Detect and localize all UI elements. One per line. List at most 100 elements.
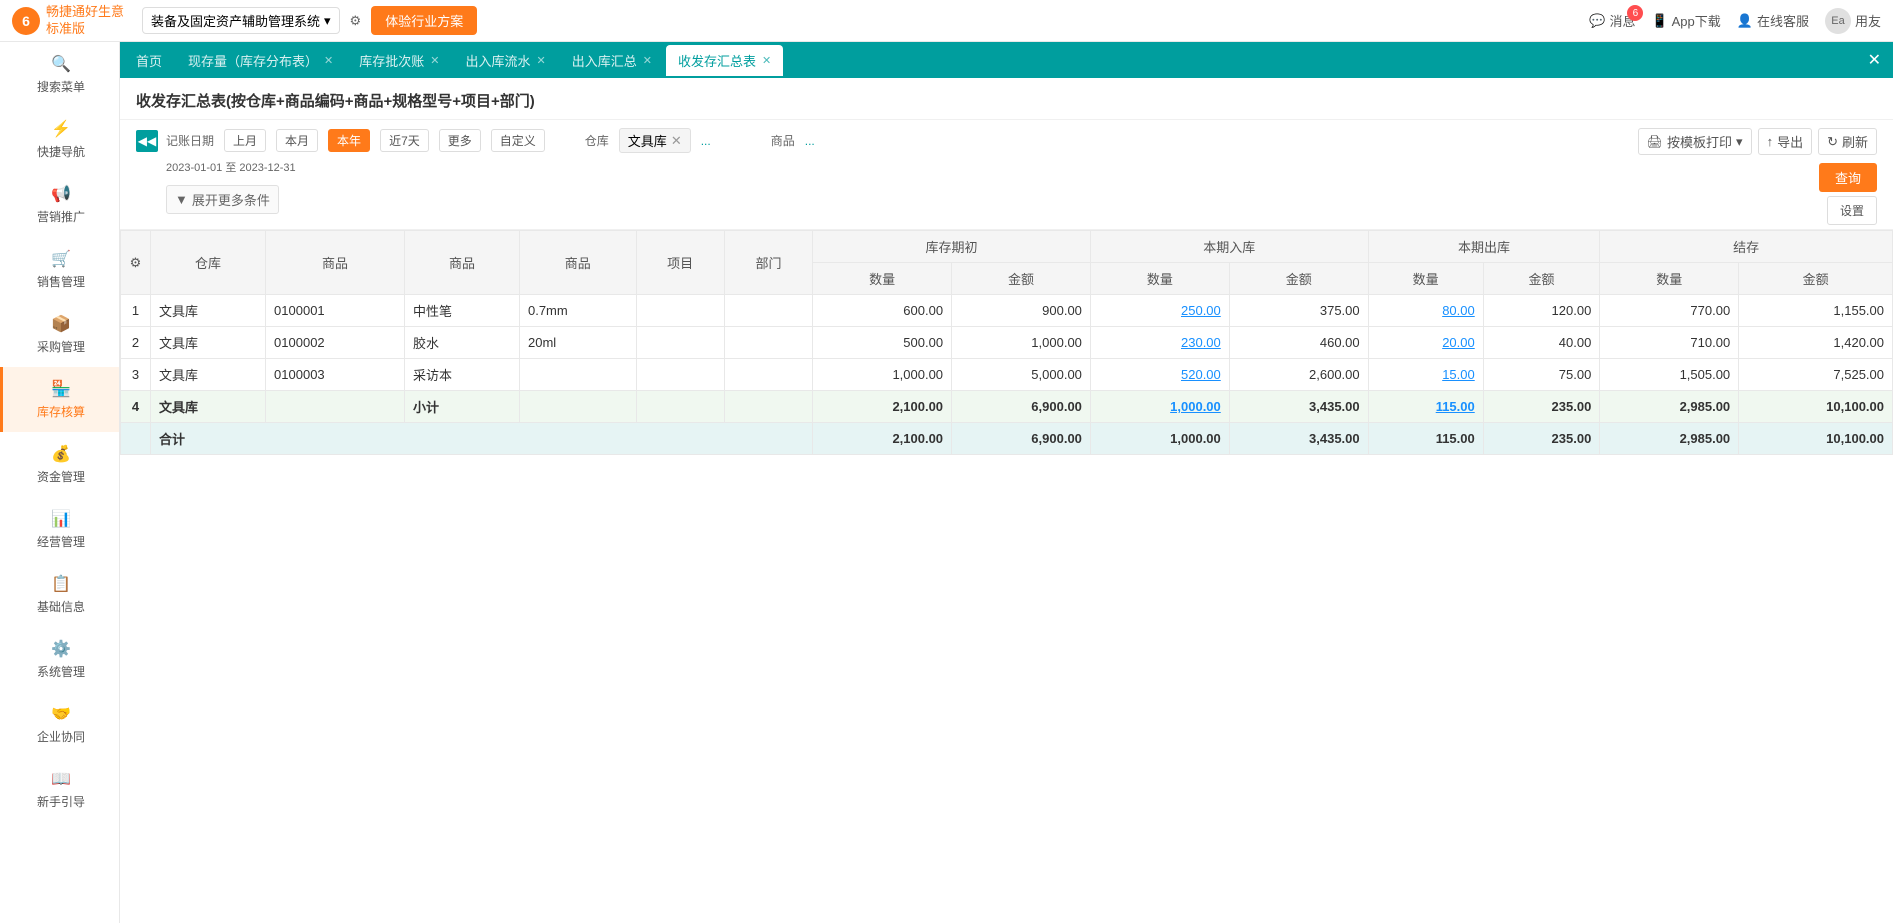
system-name-label: 装备及固定资产辅助管理系统 <box>151 11 320 30</box>
tab-stock-dist-label: 现存量（库存分布表） <box>188 51 318 70</box>
summary-table: ⚙ 仓库 商品 商品 商品 项目 部门 库存期初 本期入库 本期出库 结存 <box>120 230 1893 455</box>
cell-spec: 20ml <box>519 327 636 359</box>
sidebar-item-operations[interactable]: 📊 经营管理 <box>0 497 119 562</box>
col-balance: 结存 <box>1600 231 1893 263</box>
tab-recv-send[interactable]: 收发存汇总表 ✕ <box>666 45 783 76</box>
sales-icon: 🛒 <box>51 249 71 269</box>
sidebar-item-finance[interactable]: 💰 资金管理 <box>0 432 119 497</box>
cell-spec: 0.7mm <box>519 295 636 327</box>
filter-settings-btn[interactable]: 设置 <box>1827 196 1877 225</box>
tab-batch-close[interactable]: ✕ <box>430 54 439 67</box>
tab-inout-summary-close[interactable]: ✕ <box>643 54 652 67</box>
export-btn[interactable]: ↑ 导出 <box>1758 128 1813 155</box>
sidebar-item-collab[interactable]: 🤝 企业协同 <box>0 692 119 757</box>
refresh-btn[interactable]: ↻ 刷新 <box>1818 128 1877 155</box>
cell-out-amt: 40.00 <box>1483 327 1600 359</box>
tab-batch[interactable]: 库存批次账 ✕ <box>347 45 451 76</box>
table-container: ⚙ 仓库 商品 商品 商品 项目 部门 库存期初 本期入库 本期出库 结存 <box>120 230 1893 455</box>
tab-stock-dist[interactable]: 现存量（库存分布表） ✕ <box>176 45 345 76</box>
cell-out-amt: 120.00 <box>1483 295 1600 327</box>
date-btn-prev-month[interactable]: 上月 <box>224 129 266 152</box>
col-settings[interactable]: ⚙ <box>121 231 151 295</box>
cell-opening-amt: 5,000.00 <box>952 359 1091 391</box>
sidebar-item-basic[interactable]: 📋 基础信息 <box>0 562 119 627</box>
cell-out-qty[interactable]: 115.00 <box>1368 391 1483 423</box>
sidebar-item-inventory[interactable]: 🏪 库存核算 <box>0 367 119 432</box>
col-out: 本期出库 <box>1368 231 1600 263</box>
tab-inout-flow[interactable]: 出入库流水 ✕ <box>453 45 557 76</box>
sidebar-item-search[interactable]: 🔍 搜索菜单 <box>0 42 119 107</box>
quick-icon: ⚡ <box>51 119 71 139</box>
col-warehouse: 仓库 <box>151 231 266 295</box>
footer-balance-amt: 10,100.00 <box>1739 423 1893 455</box>
tab-stock-dist-close[interactable]: ✕ <box>324 54 333 67</box>
goods-more-btn[interactable]: ... <box>805 134 815 148</box>
cell-in-qty[interactable]: 250.00 <box>1090 295 1229 327</box>
export-icon: ↑ <box>1767 134 1774 149</box>
cell-out-qty[interactable]: 15.00 <box>1368 359 1483 391</box>
col-name: 商品 <box>404 231 519 295</box>
cell-seq: 4 <box>121 391 151 423</box>
cell-seq: 2 <box>121 327 151 359</box>
sidebar-item-sales[interactable]: 🛒 销售管理 <box>0 237 119 302</box>
message-btn[interactable]: 💬 消息 6 <box>1589 11 1635 30</box>
cell-in-qty[interactable]: 230.00 <box>1090 327 1229 359</box>
date-btn-this-month[interactable]: 本月 <box>276 129 318 152</box>
tab-inout-flow-label: 出入库流水 <box>465 51 530 70</box>
close-all-tabs[interactable]: ✕ <box>1860 50 1889 70</box>
print-dropdown-icon: ▾ <box>1736 134 1743 150</box>
app-download-btn[interactable]: 📱 App下载 <box>1651 11 1720 30</box>
date-btn-this-year[interactable]: 本年 <box>328 129 370 152</box>
cell-warehouse: 文具库 <box>151 359 266 391</box>
date-btn-7days[interactable]: 近7天 <box>380 129 429 152</box>
cell-in-qty[interactable]: 1,000.00 <box>1090 391 1229 423</box>
user-btn[interactable]: Ea 用友 <box>1825 8 1881 34</box>
sidebar-item-purchase[interactable]: 📦 采购管理 <box>0 302 119 367</box>
warehouse-tag-close[interactable]: ✕ <box>671 133 682 149</box>
cell-name: 采访本 <box>404 359 519 391</box>
expand-conditions-btn[interactable]: ▼ 展开更多条件 <box>166 185 279 214</box>
footer-in-amt: 3,435.00 <box>1229 423 1368 455</box>
col-balance-amt: 金额 <box>1739 263 1893 295</box>
tab-recv-send-close[interactable]: ✕ <box>762 54 771 67</box>
cell-balance-amt: 1,420.00 <box>1739 327 1893 359</box>
query-btn[interactable]: 查询 <box>1819 163 1877 192</box>
tab-home[interactable]: 首页 <box>124 45 174 76</box>
trial-btn[interactable]: 体验行业方案 <box>371 6 477 35</box>
cell-project <box>636 295 724 327</box>
refresh-icon: ↻ <box>1827 134 1838 150</box>
footer-empty1 <box>121 423 151 455</box>
goods-label: 商品 <box>771 132 795 149</box>
basic-icon: 📋 <box>51 574 71 594</box>
cell-in-qty[interactable]: 520.00 <box>1090 359 1229 391</box>
sidebar-item-system[interactable]: ⚙️ 系统管理 <box>0 627 119 692</box>
cell-dept <box>724 391 812 423</box>
purchase-icon: 📦 <box>51 314 71 334</box>
date-btn-custom[interactable]: 自定义 <box>491 129 545 152</box>
tab-inout-flow-close[interactable]: ✕ <box>537 54 546 67</box>
tab-inout-summary[interactable]: 出入库汇总 ✕ <box>560 45 664 76</box>
system-icon: ⚙️ <box>51 639 71 659</box>
cell-code <box>266 391 405 423</box>
sidebar: 🔍 搜索菜单 ⚡ 快捷导航 📢 营销推广 🛒 销售管理 📦 采购管理 🏪 库存核… <box>0 42 120 923</box>
settings-icon[interactable]: ⚙ <box>350 13 362 29</box>
print-btn[interactable]: 🖨 按模板打印 ▾ <box>1638 128 1752 155</box>
sidebar-sales-label: 销售管理 <box>37 273 85 290</box>
cell-out-qty[interactable]: 80.00 <box>1368 295 1483 327</box>
cell-out-qty[interactable]: 20.00 <box>1368 327 1483 359</box>
collapse-btn[interactable]: ◀◀ <box>136 130 158 152</box>
table-row: 1文具库0100001中性笔0.7mm600.00900.00250.00375… <box>121 295 1893 327</box>
cell-dept <box>724 295 812 327</box>
sidebar-item-quick[interactable]: ⚡ 快捷导航 <box>0 107 119 172</box>
print-icon: 🖨 <box>1647 134 1664 150</box>
sidebar-item-marketing[interactable]: 📢 营销推广 <box>0 172 119 237</box>
cell-out-amt: 235.00 <box>1483 391 1600 423</box>
date-btn-more[interactable]: 更多 <box>439 129 481 152</box>
footer-out-qty: 115.00 <box>1368 423 1483 455</box>
top-right: 💬 消息 6 📱 App下载 👤 在线客服 Ea 用友 <box>1589 8 1881 34</box>
warehouse-more-btn[interactable]: ... <box>701 134 711 148</box>
sidebar-item-guide[interactable]: 📖 新手引导 <box>0 757 119 822</box>
system-selector[interactable]: 装备及固定资产辅助管理系统 ▾ <box>142 7 340 34</box>
cell-balance-amt: 10,100.00 <box>1739 391 1893 423</box>
online-service-btn[interactable]: 👤 在线客服 <box>1737 11 1809 30</box>
